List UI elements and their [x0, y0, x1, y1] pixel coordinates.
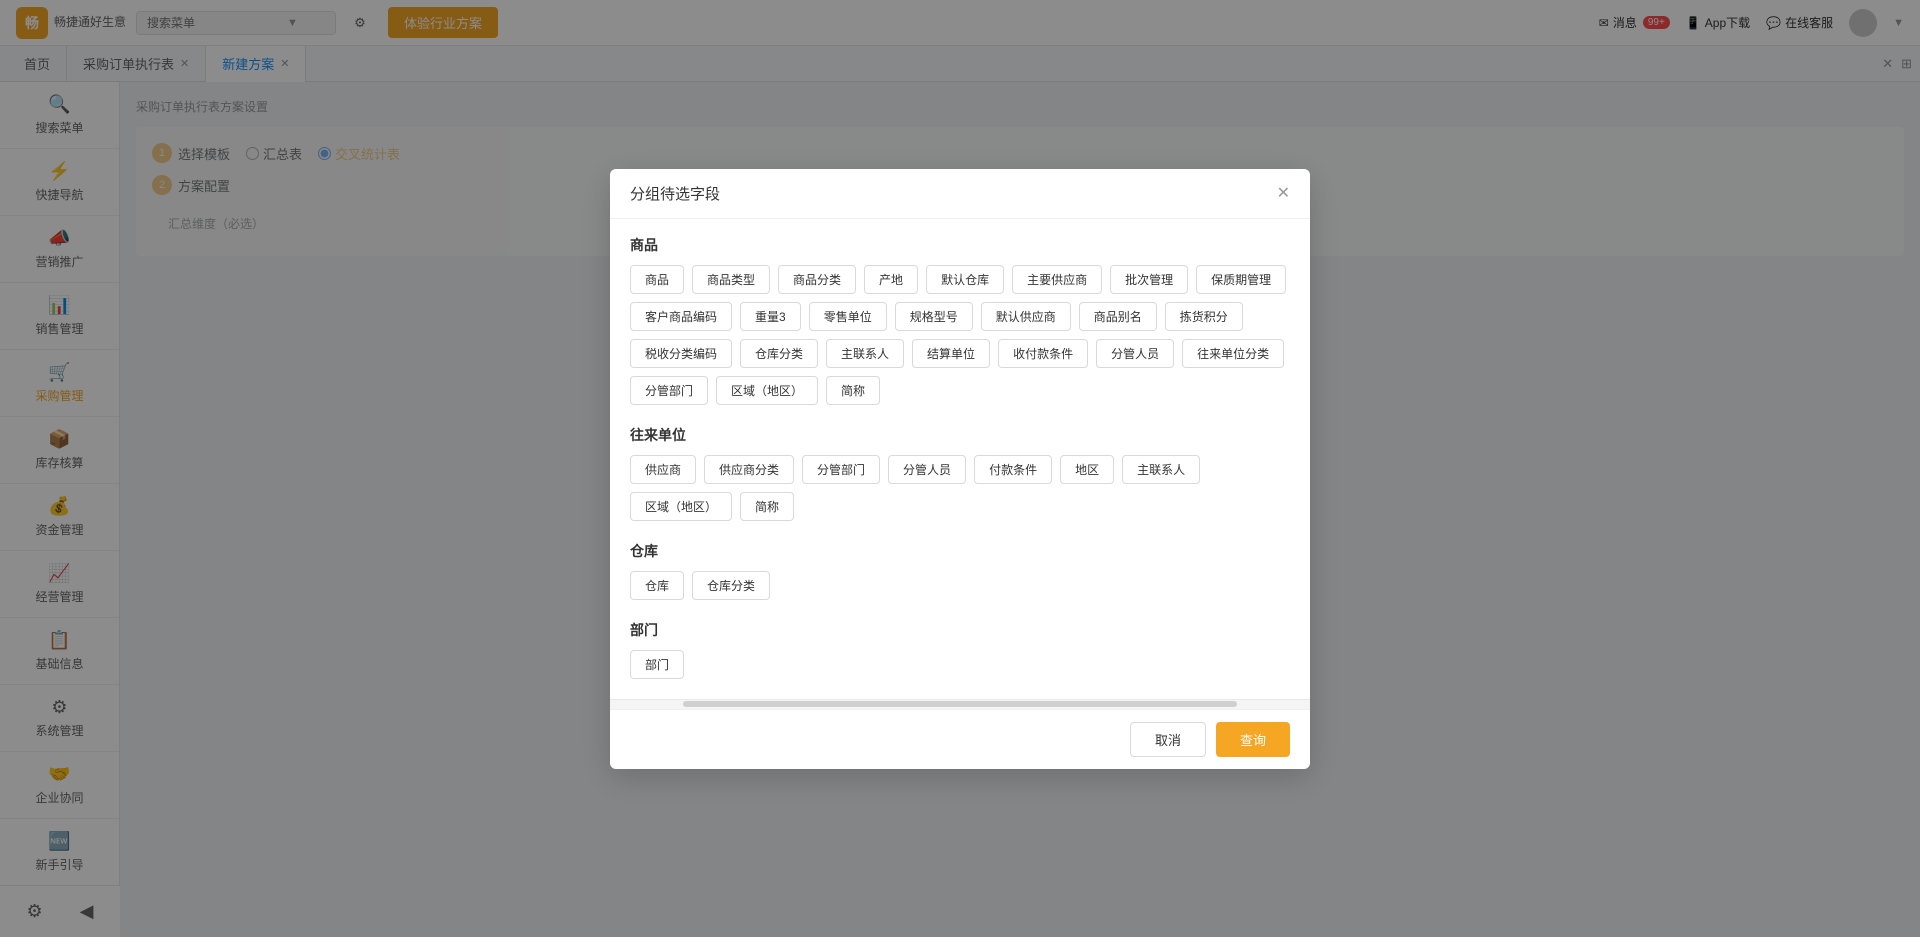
field-tag-goods-23[interactable]: 区域（地区） [716, 376, 818, 405]
field-tag-goods-12[interactable]: 默认供应商 [981, 302, 1071, 331]
modal-header: 分组待选字段 ✕ [610, 169, 1310, 219]
field-tag-goods-1[interactable]: 商品类型 [692, 265, 770, 294]
field-tag-partner-4[interactable]: 付款条件 [974, 455, 1052, 484]
field-tags-goods: 商品 商品类型 商品分类 产地 默认仓库 主要供应商 批次管理 保质期管理 客户… [630, 265, 1290, 405]
field-tag-goods-4[interactable]: 默认仓库 [926, 265, 1004, 294]
field-tag-goods-3[interactable]: 产地 [864, 265, 918, 294]
field-group-warehouse: 仓库 仓库 仓库分类 [630, 541, 1290, 600]
field-tag-partner-0[interactable]: 供应商 [630, 455, 696, 484]
field-tag-partner-2[interactable]: 分管部门 [802, 455, 880, 484]
field-tag-partner-7[interactable]: 区域（地区） [630, 492, 732, 521]
field-tag-goods-8[interactable]: 客户商品编码 [630, 302, 732, 331]
field-tag-goods-9[interactable]: 重量3 [740, 302, 801, 331]
field-tag-goods-15[interactable]: 税收分类编码 [630, 339, 732, 368]
field-group-dept-title: 部门 [630, 620, 1290, 640]
field-group-partner-title: 往来单位 [630, 425, 1290, 445]
field-tag-partner-3[interactable]: 分管人员 [888, 455, 966, 484]
confirm-button[interactable]: 查询 [1216, 722, 1290, 757]
cancel-button[interactable]: 取消 [1130, 722, 1206, 757]
modal-overlay: 分组待选字段 ✕ 商品 商品 商品类型 商品分类 产地 默认仓库 主要供应商 批… [0, 0, 1920, 937]
field-tag-goods-16[interactable]: 仓库分类 [740, 339, 818, 368]
modal-hscroll-thumb [683, 701, 1237, 707]
field-tags-warehouse: 仓库 仓库分类 [630, 571, 1290, 600]
field-tag-goods-24[interactable]: 简称 [826, 376, 880, 405]
field-tag-goods-2[interactable]: 商品分类 [778, 265, 856, 294]
modal-footer: 取消 查询 [610, 709, 1310, 769]
field-group-dept: 部门 部门 [630, 620, 1290, 679]
field-tag-partner-5[interactable]: 地区 [1060, 455, 1114, 484]
field-tag-goods-5[interactable]: 主要供应商 [1012, 265, 1102, 294]
field-tags-dept: 部门 [630, 650, 1290, 679]
field-group-partner: 往来单位 供应商 供应商分类 分管部门 分管人员 付款条件 地区 主联系人 区域… [630, 425, 1290, 521]
field-tag-partner-8[interactable]: 简称 [740, 492, 794, 521]
modal-hscroll[interactable] [610, 699, 1310, 709]
field-tag-goods-22[interactable]: 分管部门 [630, 376, 708, 405]
field-tag-warehouse-1[interactable]: 仓库分类 [692, 571, 770, 600]
field-tag-goods-0[interactable]: 商品 [630, 265, 684, 294]
field-group-goods-title: 商品 [630, 235, 1290, 255]
field-tag-goods-19[interactable]: 收付款条件 [998, 339, 1088, 368]
field-tags-partner: 供应商 供应商分类 分管部门 分管人员 付款条件 地区 主联系人 区域（地区） … [630, 455, 1290, 521]
field-tag-goods-17[interactable]: 主联系人 [826, 339, 904, 368]
field-select-modal: 分组待选字段 ✕ 商品 商品 商品类型 商品分类 产地 默认仓库 主要供应商 批… [610, 169, 1310, 769]
field-tag-goods-6[interactable]: 批次管理 [1110, 265, 1188, 294]
modal-title: 分组待选字段 [630, 183, 720, 204]
field-tag-partner-6[interactable]: 主联系人 [1122, 455, 1200, 484]
field-tag-goods-20[interactable]: 分管人员 [1096, 339, 1174, 368]
field-tag-dept-0[interactable]: 部门 [630, 650, 684, 679]
field-tag-goods-7[interactable]: 保质期管理 [1196, 265, 1286, 294]
field-tag-goods-18[interactable]: 结算单位 [912, 339, 990, 368]
field-tag-goods-13[interactable]: 商品别名 [1079, 302, 1157, 331]
field-tag-goods-10[interactable]: 零售单位 [809, 302, 887, 331]
field-group-goods: 商品 商品 商品类型 商品分类 产地 默认仓库 主要供应商 批次管理 保质期管理… [630, 235, 1290, 405]
modal-body: 商品 商品 商品类型 商品分类 产地 默认仓库 主要供应商 批次管理 保质期管理… [610, 219, 1310, 699]
field-tag-goods-11[interactable]: 规格型号 [895, 302, 973, 331]
field-tag-goods-21[interactable]: 往来单位分类 [1182, 339, 1284, 368]
field-tag-warehouse-0[interactable]: 仓库 [630, 571, 684, 600]
field-group-warehouse-title: 仓库 [630, 541, 1290, 561]
field-tag-partner-1[interactable]: 供应商分类 [704, 455, 794, 484]
field-tag-goods-14[interactable]: 拣货积分 [1165, 302, 1243, 331]
modal-close-button[interactable]: ✕ [1277, 183, 1290, 203]
